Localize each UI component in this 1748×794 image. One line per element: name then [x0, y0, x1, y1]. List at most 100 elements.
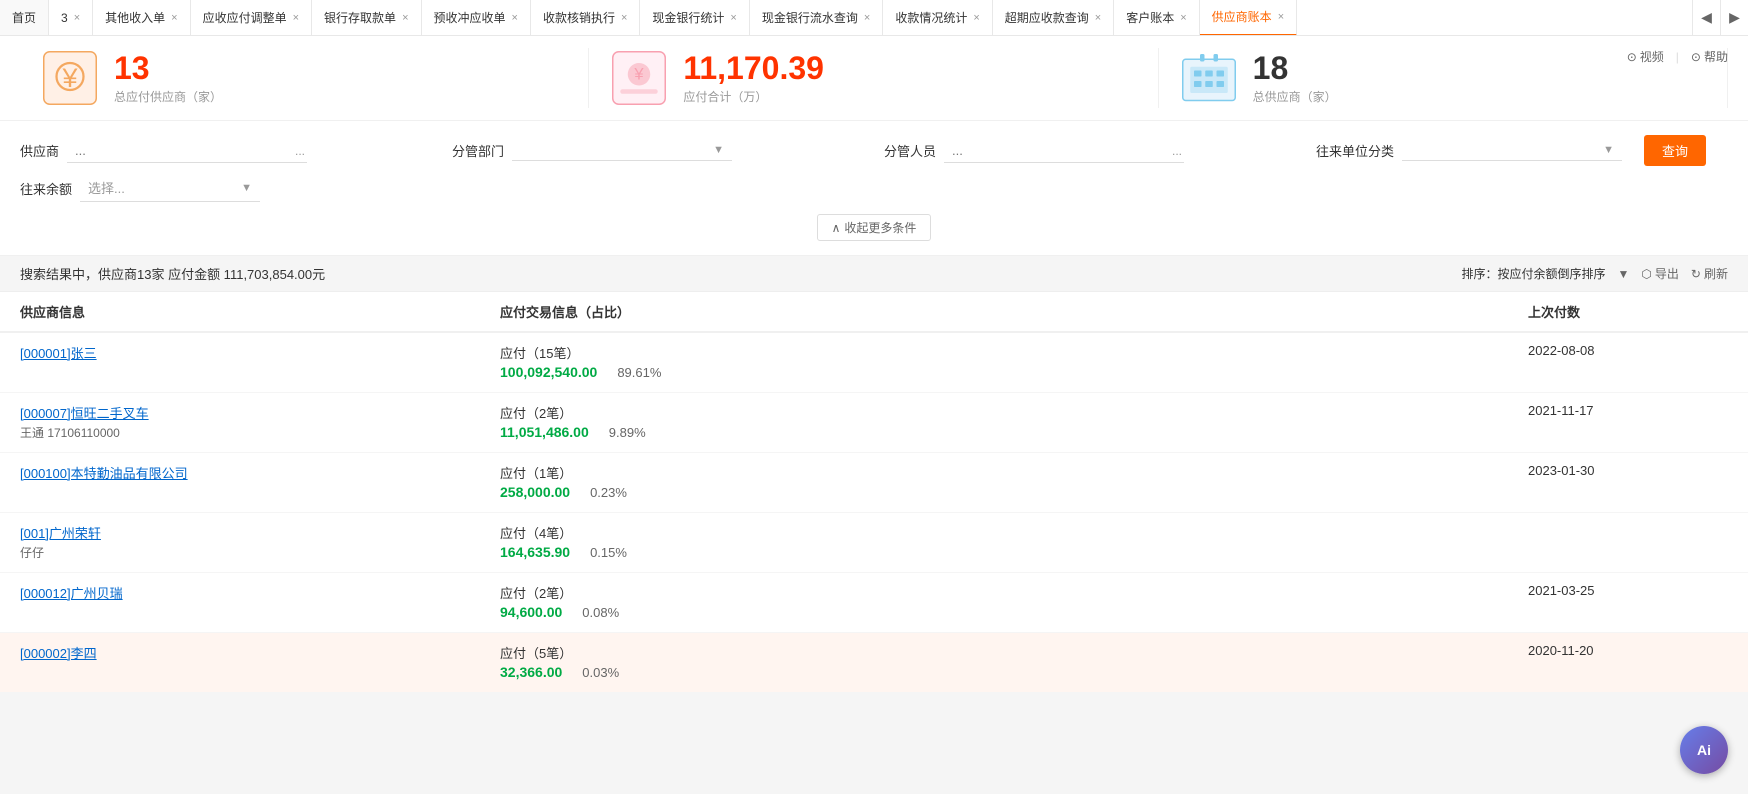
supplier-sub-2: 王通 17106110000	[20, 424, 500, 441]
nav-tab-customer-account-label: 客户账本	[1126, 9, 1174, 26]
supplier-input[interactable]	[67, 139, 307, 163]
payable-percent-3: 0.23%	[590, 485, 627, 500]
table-row: [000001]张三 应付（15笔） 100,092,540.00 89.61%…	[0, 333, 1748, 393]
nav-tab-cash-bank-stat[interactable]: 现金银行统计 ×	[640, 0, 749, 36]
supplier-link-1[interactable]: [000001]张三	[20, 346, 97, 361]
close-icon[interactable]: ×	[730, 12, 736, 24]
close-icon[interactable]: ×	[864, 12, 870, 24]
video-link[interactable]: ⊙ 视频	[1627, 48, 1664, 65]
supplier-table: 供应商信息 应付交易信息（占比） 上次付数 [000001]张三 应付（15笔）…	[0, 292, 1748, 693]
help-links: ⊙ 视频 | ⊙ 帮助	[1627, 48, 1728, 65]
category-filter-label: 往来单位分类	[1316, 141, 1394, 160]
balance-dropdown[interactable]: 选择... ▼	[80, 174, 260, 202]
supplier-link-4[interactable]: [001]广州荣轩	[20, 526, 101, 541]
category-dropdown-arrow: ▼	[1603, 144, 1614, 156]
nav-tab-overdue-query[interactable]: 超期应收款查询 ×	[993, 0, 1114, 36]
table-row: [000100]本特勤油品有限公司 应付（1笔） 258,000.00 0.23…	[0, 453, 1748, 513]
last-payment-cell-3: 2023-01-30	[1528, 463, 1728, 478]
close-icon[interactable]: ×	[74, 12, 80, 24]
help-link[interactable]: ⊙ 帮助	[1691, 48, 1728, 65]
payable-cell-4: 应付（4笔） 164,635.90 0.15%	[500, 523, 1528, 562]
supplier-cell-6: [000002]李四	[20, 643, 500, 662]
close-icon[interactable]: ×	[973, 12, 979, 24]
payable-label-2: 应付（2笔）	[500, 403, 1528, 422]
dept-dropdown[interactable]: ▼	[512, 140, 732, 161]
refresh-button[interactable]: ↻ 刷新	[1691, 265, 1728, 282]
supplier-link-3[interactable]: [000100]本特勤油品有限公司	[20, 466, 188, 481]
nav-tab-other-income[interactable]: 其他收入单 ×	[93, 0, 190, 36]
close-icon[interactable]: ×	[171, 12, 177, 24]
payable-suppliers-number: 13	[114, 52, 222, 84]
ai-button[interactable]: Ai	[1680, 726, 1728, 774]
filter-item-supplier: 供应商 ...	[20, 139, 432, 163]
supplier-cell-4: [001]广州荣轩 仔仔	[20, 523, 500, 561]
close-icon[interactable]: ×	[512, 12, 518, 24]
supplier-link-6[interactable]: [000002]李四	[20, 646, 97, 661]
close-icon[interactable]: ×	[1180, 12, 1186, 24]
nav-tab-bank-deposit-label: 银行存取款单	[324, 9, 396, 26]
payable-suppliers-icon: ¥	[40, 48, 100, 108]
results-actions: 排序：按应付余额倒序排序 ▼ ⬡ 导出 ↻ 刷新	[1462, 265, 1728, 282]
close-icon[interactable]: ×	[1095, 12, 1101, 24]
nav-tab-supplier-account[interactable]: 供应商账本 ×	[1200, 0, 1297, 36]
payable-cell-5: 应付（2笔） 94,600.00 0.08%	[500, 583, 1528, 622]
dept-dropdown-arrow: ▼	[713, 144, 724, 156]
payable-amount-3[interactable]: 258,000.00	[500, 484, 570, 500]
payable-amount-6[interactable]: 32,366.00	[500, 664, 562, 680]
payable-amount-icon: ¥	[609, 48, 669, 108]
payable-amount-2[interactable]: 11,051,486.00	[500, 424, 589, 440]
nav-right-arrow[interactable]: ▶	[1720, 0, 1748, 36]
supplier-link-2[interactable]: [000007]恒旺二手叉车	[20, 406, 149, 421]
nav-tab-customer-account[interactable]: 客户账本 ×	[1114, 0, 1199, 36]
results-summary: 搜索结果中，供应商13家 应付金额 111,703,854.00元	[20, 264, 325, 283]
results-bar: 搜索结果中，供应商13家 应付金额 111,703,854.00元 排序：按应付…	[0, 256, 1748, 292]
last-payment-cell-6: 2020-11-20	[1528, 643, 1728, 658]
payable-label-4: 应付（4笔）	[500, 523, 1528, 542]
supplier-ellipsis-icon: ...	[295, 144, 305, 158]
nav-tab-supplier-account-label: 供应商账本	[1212, 8, 1272, 25]
payable-amount-4[interactable]: 164,635.90	[500, 544, 570, 560]
last-payment-cell-2: 2021-11-17	[1528, 403, 1728, 418]
nav-tab-cash-bank-flow[interactable]: 现金银行流水查询 ×	[750, 0, 883, 36]
filter-item-category: 往来单位分类 ▼ 查询	[1316, 135, 1728, 166]
payable-cell-6: 应付（5笔） 32,366.00 0.03%	[500, 643, 1528, 682]
person-input[interactable]	[944, 139, 1184, 163]
payable-percent-6: 0.03%	[582, 665, 619, 680]
collapse-button[interactable]: ∧ 收起更多条件	[817, 214, 932, 241]
nav-tab-3[interactable]: 3 ×	[49, 0, 93, 36]
table-row: [001]广州荣轩 仔仔 应付（4笔） 164,635.90 0.15%	[0, 513, 1748, 573]
nav-tab-advance-offset[interactable]: 预收冲应收单 ×	[422, 0, 531, 36]
export-button[interactable]: ⬡ 导出	[1641, 265, 1679, 282]
nav-tab-payable-adjust[interactable]: 应收应付调整单 ×	[191, 0, 312, 36]
close-icon[interactable]: ×	[1278, 11, 1284, 23]
collapse-icon: ∧	[832, 221, 841, 235]
nav-tab-collection-verify[interactable]: 收款核销执行 ×	[531, 0, 640, 36]
payable-label-5: 应付（2笔）	[500, 583, 1528, 602]
payable-percent-2: 9.89%	[609, 425, 646, 440]
category-dropdown[interactable]: ▼	[1402, 140, 1622, 161]
nav-tab-collection-stat-label: 收款情况统计	[895, 9, 967, 26]
close-icon[interactable]: ×	[293, 12, 299, 24]
nav-tab-home[interactable]: 首页	[0, 0, 49, 36]
payable-percent-1: 89.61%	[617, 365, 661, 380]
stat-block-payable-amount: ¥ 11,170.39 应付合计（万）	[589, 48, 1158, 108]
nav-left-arrow[interactable]: ◀	[1692, 0, 1720, 36]
balance-filter-label: 往来余额	[20, 179, 72, 198]
filter-item-dept: 分管部门 ▼	[452, 140, 864, 161]
nav-tab-advance-offset-label: 预收冲应收单	[434, 9, 506, 26]
payable-cell-1: 应付（15笔） 100,092,540.00 89.61%	[500, 343, 1528, 382]
filter-row-1: 供应商 ... 分管部门 ▼ 分管人员 ... 往来单位分类 ▼ 查询	[20, 135, 1728, 166]
payable-amount-1[interactable]: 100,092,540.00	[500, 364, 597, 380]
search-button[interactable]: 查询	[1644, 135, 1706, 166]
close-icon[interactable]: ×	[621, 12, 627, 24]
supplier-link-5[interactable]: [000012]广州贝瑞	[20, 586, 123, 601]
nav-tab-bank-deposit[interactable]: 银行存取款单 ×	[312, 0, 421, 36]
total-suppliers-number: 18	[1253, 52, 1337, 84]
payable-label-1: 应付（15笔）	[500, 343, 1528, 362]
nav-tab-collection-stat[interactable]: 收款情况统计 ×	[883, 0, 992, 36]
payable-amount-5[interactable]: 94,600.00	[500, 604, 562, 620]
close-icon[interactable]: ×	[402, 12, 408, 24]
supplier-sub-4: 仔仔	[20, 544, 500, 561]
supplier-cell-2: [000007]恒旺二手叉车 王通 17106110000	[20, 403, 500, 441]
filter-section: 供应商 ... 分管部门 ▼ 分管人员 ... 往来单位分类 ▼ 查询	[0, 121, 1748, 256]
